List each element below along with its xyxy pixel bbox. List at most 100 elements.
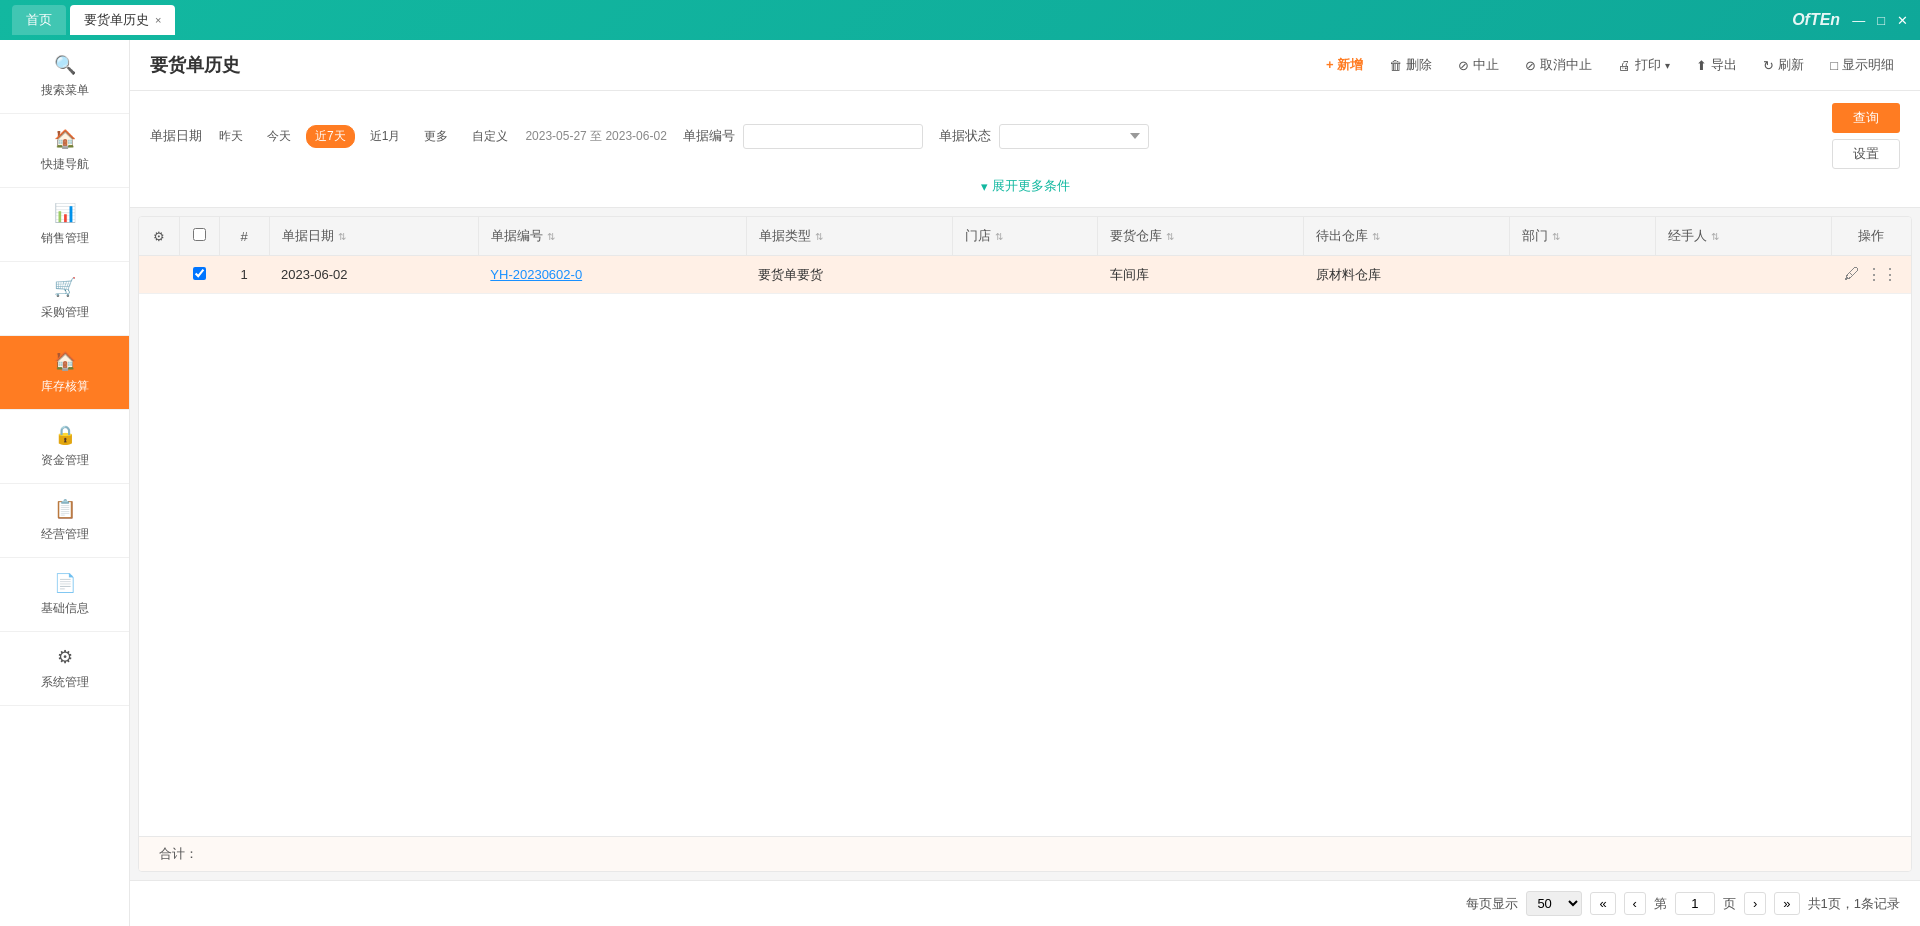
delete-button[interactable]: 🗑 删除 — [1383, 52, 1438, 78]
export-button[interactable]: ⬆ 导出 — [1690, 52, 1743, 78]
order-num-link[interactable]: YH-20230602-0 — [490, 267, 582, 282]
row-checkbox-cell — [179, 256, 219, 294]
print-button[interactable]: 🖨 打印 ▾ — [1612, 52, 1676, 78]
quick-nav-icon: 🏠 — [54, 128, 76, 150]
search-menu-icon: 🔍 — [54, 54, 76, 76]
th-settings[interactable]: ⚙ — [139, 217, 179, 256]
close-tab-icon[interactable]: × — [155, 14, 161, 26]
sidebar-item-quick-nav-label: 快捷导航 — [41, 156, 89, 173]
table-summary: 合计： — [139, 836, 1911, 871]
th-handler-label: 经手人 — [1668, 227, 1707, 245]
th-handler[interactable]: 经手人 ⇅ — [1655, 217, 1831, 256]
th-action-label: 操作 — [1858, 228, 1884, 243]
show-detail-button[interactable]: □ 显示明细 — [1824, 52, 1900, 78]
date-filter-buttons: 昨天 今天 近7天 近1月 更多 自定义 — [210, 125, 517, 148]
sidebar-item-purchase-mgmt[interactable]: 🛒 采购管理 — [0, 262, 129, 336]
summary-label: 合计： — [159, 846, 198, 861]
select-all-checkbox[interactable] — [193, 228, 206, 241]
row-num: 1 — [219, 256, 269, 294]
th-action: 操作 — [1831, 217, 1911, 256]
settings-button[interactable]: 设置 — [1832, 139, 1900, 169]
date-btn-yesterday[interactable]: 昨天 — [210, 125, 252, 148]
purchase-mgmt-icon: 🛒 — [54, 276, 76, 298]
status-filter-group: 单据状态 — [939, 124, 1149, 149]
expand-more-icon: ▾ — [981, 179, 988, 194]
th-order-type[interactable]: 单据类型 ⇅ — [746, 217, 952, 256]
row-order-type: 要货单要货 — [746, 256, 952, 294]
sidebar-item-operations-mgmt[interactable]: 📋 经营管理 — [0, 484, 129, 558]
tab-home[interactable]: 首页 — [12, 5, 66, 35]
th-pending-warehouse-sort-icon: ⇅ — [1372, 231, 1380, 242]
basic-info-icon: 📄 — [54, 572, 76, 594]
th-date-label: 单据日期 — [282, 227, 334, 245]
print-icon: 🖨 — [1618, 58, 1631, 73]
maximize-button[interactable]: □ — [1877, 13, 1885, 28]
cancel-stop-button[interactable]: ⊘ 取消中止 — [1519, 52, 1598, 78]
date-btn-last1month[interactable]: 近1月 — [361, 125, 410, 148]
per-page-select[interactable]: 50 10 20 100 — [1526, 891, 1582, 916]
window-close-button[interactable]: ✕ — [1897, 13, 1908, 28]
date-btn-last7days[interactable]: 近7天 — [306, 125, 355, 148]
th-date[interactable]: 单据日期 ⇅ — [269, 217, 478, 256]
minimize-button[interactable]: — — [1852, 13, 1865, 28]
th-handler-sort-icon: ⇅ — [1711, 231, 1719, 242]
brand-text: OfTEn — [1792, 11, 1840, 29]
row-department — [1509, 256, 1655, 294]
date-btn-more[interactable]: 更多 — [415, 125, 457, 148]
date-btn-custom[interactable]: 自定义 — [463, 125, 517, 148]
last-page-button[interactable]: » — [1774, 892, 1799, 915]
th-pending-warehouse[interactable]: 待出仓库 ⇅ — [1304, 217, 1510, 256]
th-department[interactable]: 部门 ⇅ — [1509, 217, 1655, 256]
th-store[interactable]: 门店 ⇅ — [952, 217, 1098, 256]
inventory-calc-icon: 🏠 — [54, 350, 76, 372]
filter-row: 单据日期 昨天 今天 近7天 近1月 更多 自定义 2023-05-27 至 2… — [150, 103, 1900, 169]
sidebar-item-quick-nav[interactable]: 🏠 快捷导航 — [0, 114, 129, 188]
sidebar-item-search-menu-label: 搜索菜单 — [41, 82, 89, 99]
expand-more-button[interactable]: ▾ 展开更多条件 — [150, 177, 1900, 195]
refresh-button-label: 刷新 — [1778, 56, 1804, 74]
order-num-input[interactable] — [743, 124, 923, 149]
first-page-button[interactable]: « — [1590, 892, 1615, 915]
th-order-num[interactable]: 单据编号 ⇅ — [478, 217, 746, 256]
sidebar-item-basic-info[interactable]: 📄 基础信息 — [0, 558, 129, 632]
expand-more-label: 展开更多条件 — [992, 177, 1070, 195]
row-checkbox[interactable] — [193, 267, 206, 280]
page-title: 要货单历史 — [150, 53, 240, 89]
date-btn-today[interactable]: 今天 — [258, 125, 300, 148]
export-icon: ⬆ — [1696, 58, 1707, 73]
table-settings-icon[interactable]: ⚙ — [153, 229, 165, 244]
action-buttons: 查询 设置 — [1832, 103, 1900, 169]
new-button[interactable]: + 新增 — [1320, 52, 1369, 78]
sidebar-item-system-mgmt[interactable]: ⚙ 系统管理 — [0, 632, 129, 706]
tab-requisition-history[interactable]: 要货单历史 × — [70, 5, 175, 35]
top-bar: 首页 要货单历史 × OfTEn — □ ✕ — [0, 0, 1920, 40]
toolbar: + 新增 🗑 删除 ⊘ 中止 ⊘ 取消中止 🖨 打印 ▾ — [1320, 52, 1900, 90]
sidebar-item-system-mgmt-label: 系统管理 — [41, 674, 89, 691]
per-page-label: 每页显示 — [1466, 895, 1518, 913]
content-area: 要货单历史 + 新增 🗑 删除 ⊘ 中止 ⊘ 取消中止 🖨 — [130, 40, 1920, 926]
sidebar-item-purchase-mgmt-label: 采购管理 — [41, 304, 89, 321]
pagination: 每页显示 50 10 20 100 « ‹ 第 页 › » 共1页，1条记录 — [130, 880, 1920, 926]
stop-button[interactable]: ⊘ 中止 — [1452, 52, 1505, 78]
th-req-warehouse[interactable]: 要货仓库 ⇅ — [1098, 217, 1304, 256]
finance-mgmt-icon: 🔒 — [54, 424, 76, 446]
refresh-button[interactable]: ↻ 刷新 — [1757, 52, 1810, 78]
query-button[interactable]: 查询 — [1832, 103, 1900, 133]
status-select[interactable] — [999, 124, 1149, 149]
page-number-input[interactable] — [1675, 892, 1715, 915]
sidebar-item-finance-mgmt[interactable]: 🔒 资金管理 — [0, 410, 129, 484]
prev-page-button[interactable]: ‹ — [1624, 892, 1646, 915]
operations-mgmt-icon: 📋 — [54, 498, 76, 520]
sidebar-item-inventory-calc[interactable]: 🏠 库存核算 — [0, 336, 129, 410]
row-more-icon[interactable]: ⋮⋮ — [1866, 265, 1898, 284]
page-input-label: 第 — [1654, 895, 1667, 913]
table-row[interactable]: 1 2023-06-02 YH-20230602-0 要货单要货 车间库 原材料… — [139, 256, 1911, 294]
export-button-label: 导出 — [1711, 56, 1737, 74]
row-edit-icon[interactable]: 🖊 — [1844, 265, 1860, 284]
sidebar-item-search-menu[interactable]: 🔍 搜索菜单 — [0, 40, 129, 114]
row-settings-cell — [139, 256, 179, 294]
next-page-button[interactable]: › — [1744, 892, 1766, 915]
row-order-num[interactable]: YH-20230602-0 — [478, 256, 746, 294]
row-action-cell: 🖊 ⋮⋮ — [1831, 256, 1911, 294]
sidebar-item-sales-mgmt[interactable]: 📊 销售管理 — [0, 188, 129, 262]
